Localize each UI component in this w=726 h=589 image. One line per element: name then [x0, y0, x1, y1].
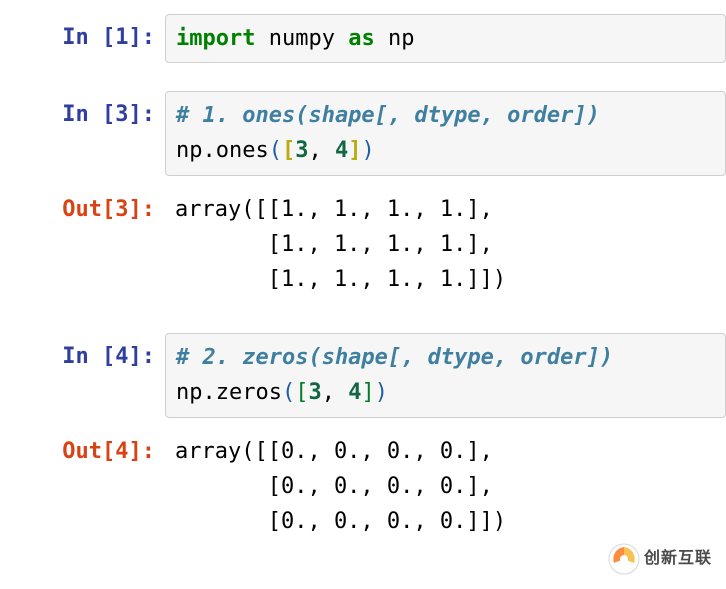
- out-prompt: Out[3]:: [0, 186, 165, 227]
- logo-text: 创新互联: [644, 546, 712, 572]
- in-prompt: In [1]:: [0, 14, 165, 55]
- input-cell: In [4]:# 2. zeros(shape[, dtype, order])…: [0, 333, 726, 417]
- logo-icon: [608, 543, 640, 575]
- code-output: array([[1., 1., 1., 1.], [1., 1., 1., 1.…: [165, 186, 726, 304]
- code-output: array([[0., 0., 0., 0.], [0., 0., 0., 0.…: [165, 428, 726, 546]
- watermark-logo: 创新互联: [608, 543, 712, 575]
- out-prompt: Out[4]:: [0, 428, 165, 469]
- in-prompt: In [4]:: [0, 333, 165, 374]
- input-cell: In [3]:# 1. ones(shape[, dtype, order]) …: [0, 91, 726, 175]
- in-prompt: In [3]:: [0, 91, 165, 132]
- code-input[interactable]: # 2. zeros(shape[, dtype, order]) np.zer…: [165, 333, 726, 417]
- output-cell: Out[4]:array([[0., 0., 0., 0.], [0., 0.,…: [0, 428, 726, 546]
- input-cell: In [1]:import numpy as np: [0, 14, 726, 63]
- output-cell: Out[3]:array([[1., 1., 1., 1.], [1., 1.,…: [0, 186, 726, 304]
- code-input[interactable]: # 1. ones(shape[, dtype, order]) np.ones…: [165, 91, 726, 175]
- code-input[interactable]: import numpy as np: [165, 14, 726, 63]
